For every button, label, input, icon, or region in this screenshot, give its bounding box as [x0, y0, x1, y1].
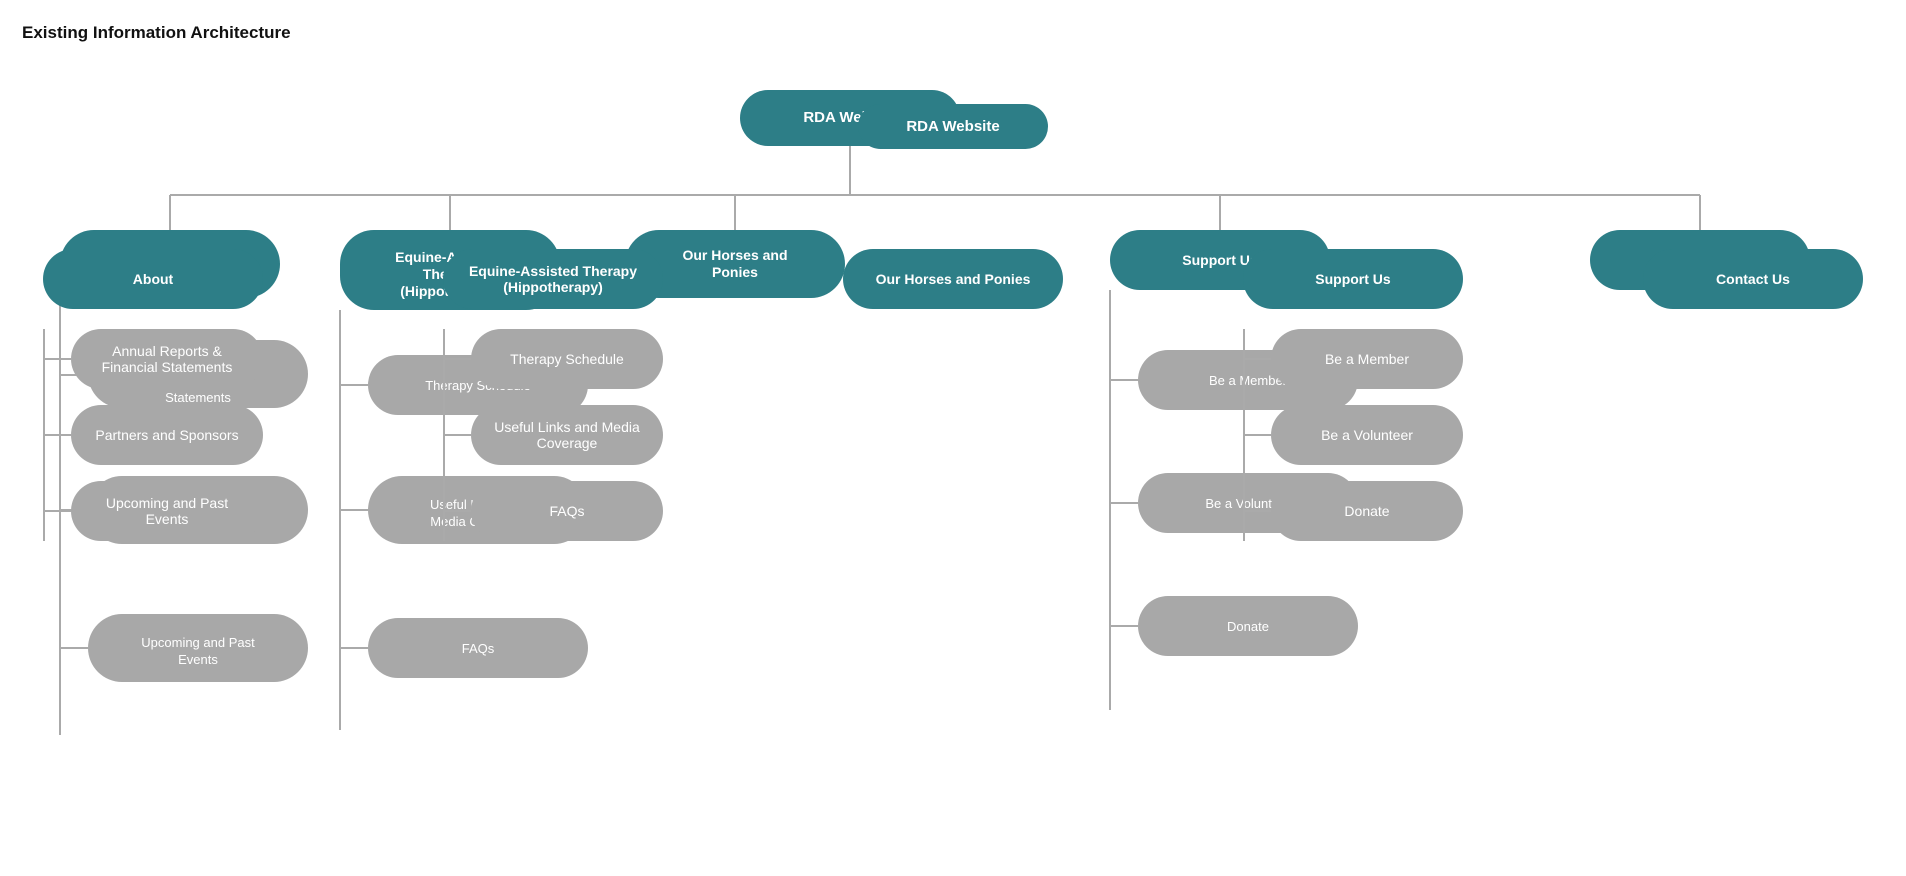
node-therapy-schedule[interactable]: Therapy Schedule [471, 329, 663, 389]
node-about[interactable]: About [43, 249, 263, 309]
node-useful-links[interactable]: Useful Links and Media Coverage [471, 405, 663, 465]
svg-text:Upcoming and Past: Upcoming and Past [141, 635, 255, 650]
column-horses: Our Horses and Ponies [843, 249, 1063, 309]
node-volunteer[interactable]: Be a Volunteer [1271, 405, 1463, 465]
node-partners[interactable]: Partners and Sponsors [71, 405, 263, 465]
child-partners: Partners and Sponsors [43, 405, 263, 465]
node-support[interactable]: Support Us [1243, 249, 1463, 309]
diagram-container: Existing Information Architecture [33, 24, 1873, 541]
child-donate: Donate [1243, 481, 1463, 541]
node-equine[interactable]: Equine-Assisted Therapy (Hippotherapy) [443, 249, 663, 309]
column-contact: Contact Us [1643, 249, 1863, 309]
root-node: RDA Website [858, 104, 1047, 149]
child-therapy-schedule: Therapy Schedule [443, 329, 663, 389]
svg-text:Existing Information Architect: Existing Information Architecture [22, 23, 291, 42]
svg-text:FAQs: FAQs [462, 641, 495, 656]
node-events[interactable]: Upcoming and Past Events [71, 481, 263, 541]
child-useful-links: Useful Links and Media Coverage [443, 405, 663, 465]
node-annual-reports[interactable]: Annual Reports & Financial Statements [71, 329, 263, 389]
node-donate[interactable]: Donate [1271, 481, 1463, 541]
node-horses[interactable]: Our Horses and Ponies [843, 249, 1063, 309]
column-support: Support Us Be a Member Be a Volunteer Do… [1243, 249, 1463, 541]
child-faqs: FAQs [443, 481, 663, 541]
node-contact[interactable]: Contact Us [1643, 249, 1863, 309]
column-about: About Annual Reports & Financial Stateme… [43, 249, 263, 541]
child-events: Upcoming and Past Events [43, 481, 263, 541]
child-annual-reports: Annual Reports & Financial Statements [43, 329, 263, 389]
node-faqs[interactable]: FAQs [471, 481, 663, 541]
child-member: Be a Member [1243, 329, 1463, 389]
column-equine: Equine-Assisted Therapy (Hippotherapy) T… [443, 249, 663, 541]
node-member[interactable]: Be a Member [1271, 329, 1463, 389]
svg-text:Events: Events [178, 652, 218, 667]
child-volunteer: Be a Volunteer [1243, 405, 1463, 465]
svg-text:Donate: Donate [1227, 619, 1269, 634]
